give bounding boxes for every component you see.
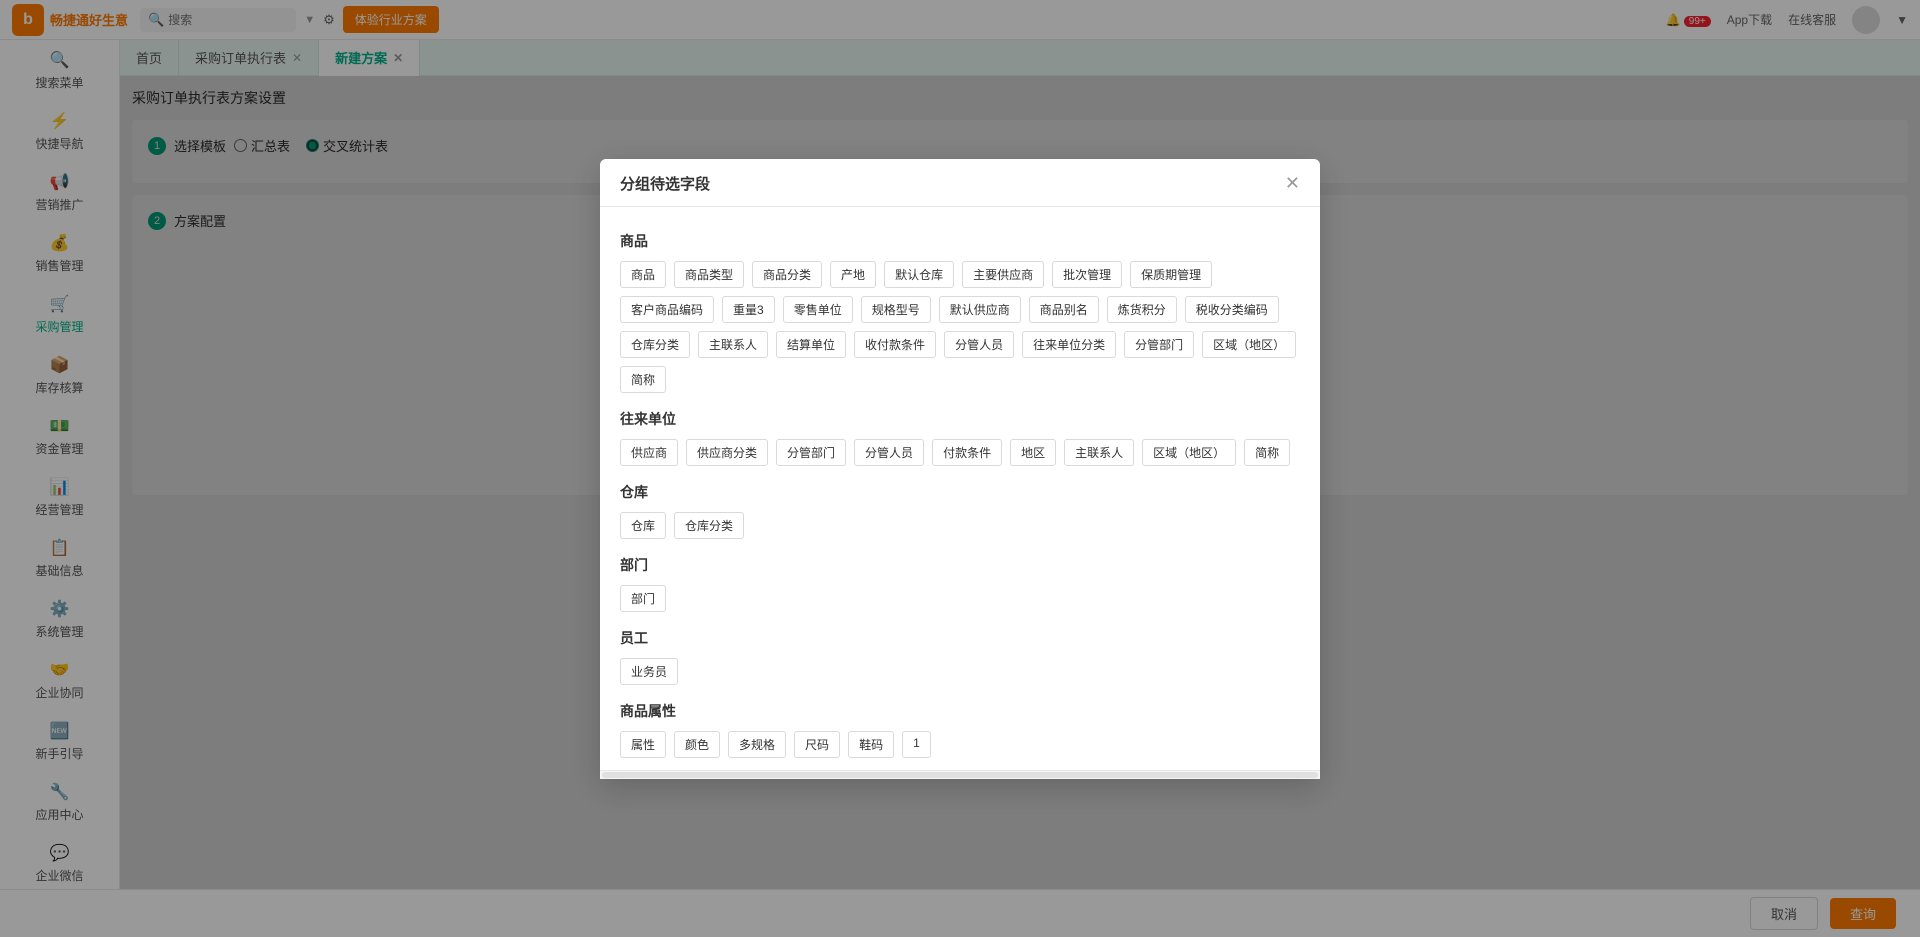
field-tag[interactable]: 部门 — [620, 585, 666, 612]
field-tag[interactable]: 结算单位 — [776, 331, 846, 358]
modal-close-icon[interactable]: ✕ — [1285, 174, 1300, 192]
field-tag[interactable]: 商品别名 — [1029, 296, 1099, 323]
field-tag[interactable]: 零售单位 — [783, 296, 853, 323]
section-title-商品: 商品 — [620, 231, 1300, 251]
field-grid-仓库: 仓库仓库分类 — [620, 512, 1300, 539]
field-tag[interactable]: 简称 — [620, 366, 666, 393]
field-tag[interactable]: 分管人员 — [854, 439, 924, 466]
field-tag[interactable]: 主联系人 — [698, 331, 768, 358]
field-tag[interactable]: 简称 — [1244, 439, 1290, 466]
modal-overlay: 分组待选字段 ✕ 商品商品商品类型商品分类产地默认仓库主要供应商批次管理保质期管… — [0, 0, 1920, 937]
field-tag[interactable]: 仓库 — [620, 512, 666, 539]
field-grid-部门: 部门 — [620, 585, 1300, 612]
section-title-商品属性: 商品属性 — [620, 701, 1300, 721]
field-tag[interactable]: 商品分类 — [752, 261, 822, 288]
section-title-部门: 部门 — [620, 555, 1300, 575]
field-tag[interactable]: 多规格 — [728, 731, 786, 758]
field-grid-商品属性: 属性颜色多规格尺码鞋码 1 — [620, 731, 1300, 758]
field-tag[interactable]: 仓库分类 — [620, 331, 690, 358]
field-tag[interactable]: 仓库分类 — [674, 512, 744, 539]
modal-title: 分组待选字段 — [620, 173, 710, 194]
field-tag[interactable]: 保质期管理 — [1130, 261, 1212, 288]
field-tag[interactable]: 默认供应商 — [939, 296, 1021, 323]
modal-header: 分组待选字段 ✕ — [600, 159, 1320, 207]
field-tag[interactable]: 1 — [902, 731, 931, 758]
field-tag[interactable]: 颜色 — [674, 731, 720, 758]
hscroll-thumb — [602, 772, 1318, 778]
field-tag[interactable]: 尺码 — [794, 731, 840, 758]
field-tag[interactable]: 规格型号 — [861, 296, 931, 323]
field-tag[interactable]: 业务员 — [620, 658, 678, 685]
section-title-仓库: 仓库 — [620, 482, 1300, 502]
field-tag[interactable]: 地区 — [1010, 439, 1056, 466]
field-select-modal: 分组待选字段 ✕ 商品商品商品类型商品分类产地默认仓库主要供应商批次管理保质期管… — [600, 159, 1320, 779]
field-tag[interactable]: 主联系人 — [1064, 439, 1134, 466]
field-grid-商品: 商品商品类型商品分类产地默认仓库主要供应商批次管理保质期管理客户商品编码重量3 零… — [620, 261, 1300, 393]
field-tag[interactable]: 收付款条件 — [854, 331, 936, 358]
modal-body: 商品商品商品类型商品分类产地默认仓库主要供应商批次管理保质期管理客户商品编码重量… — [600, 207, 1320, 770]
field-tag[interactable]: 区域（地区） — [1202, 331, 1296, 358]
field-tag[interactable]: 商品类型 — [674, 261, 744, 288]
field-tag[interactable]: 鞋码 — [848, 731, 894, 758]
field-tag[interactable]: 分管人员 — [944, 331, 1014, 358]
field-tag[interactable]: 客户商品编码 — [620, 296, 714, 323]
field-tag[interactable]: 供应商分类 — [686, 439, 768, 466]
section-title-员工: 员工 — [620, 628, 1300, 648]
field-tag[interactable]: 属性 — [620, 731, 666, 758]
field-tag[interactable]: 分管部门 — [776, 439, 846, 466]
field-tag[interactable]: 重量3 — [722, 296, 775, 323]
field-grid-往来单位: 供应商供应商分类分管部门分管人员付款条件地区主联系人区域（地区） 简称 — [620, 439, 1300, 466]
field-tag[interactable]: 商品 — [620, 261, 666, 288]
field-tag[interactable]: 产地 — [830, 261, 876, 288]
section-title-往来单位: 往来单位 — [620, 409, 1300, 429]
field-tag[interactable]: 分管部门 — [1124, 331, 1194, 358]
field-tag[interactable]: 税收分类编码 — [1185, 296, 1279, 323]
field-tag[interactable]: 默认仓库 — [884, 261, 954, 288]
field-tag[interactable]: 批次管理 — [1052, 261, 1122, 288]
field-tag[interactable]: 炼货积分 — [1107, 296, 1177, 323]
field-tag[interactable]: 往来单位分类 — [1022, 331, 1116, 358]
field-tag[interactable]: 付款条件 — [932, 439, 1002, 466]
field-tag[interactable]: 区域（地区） — [1142, 439, 1236, 466]
modal-horizontal-scrollbar[interactable] — [600, 770, 1320, 779]
field-grid-员工: 业务员 — [620, 658, 1300, 685]
field-tag[interactable]: 主要供应商 — [962, 261, 1044, 288]
field-tag[interactable]: 供应商 — [620, 439, 678, 466]
